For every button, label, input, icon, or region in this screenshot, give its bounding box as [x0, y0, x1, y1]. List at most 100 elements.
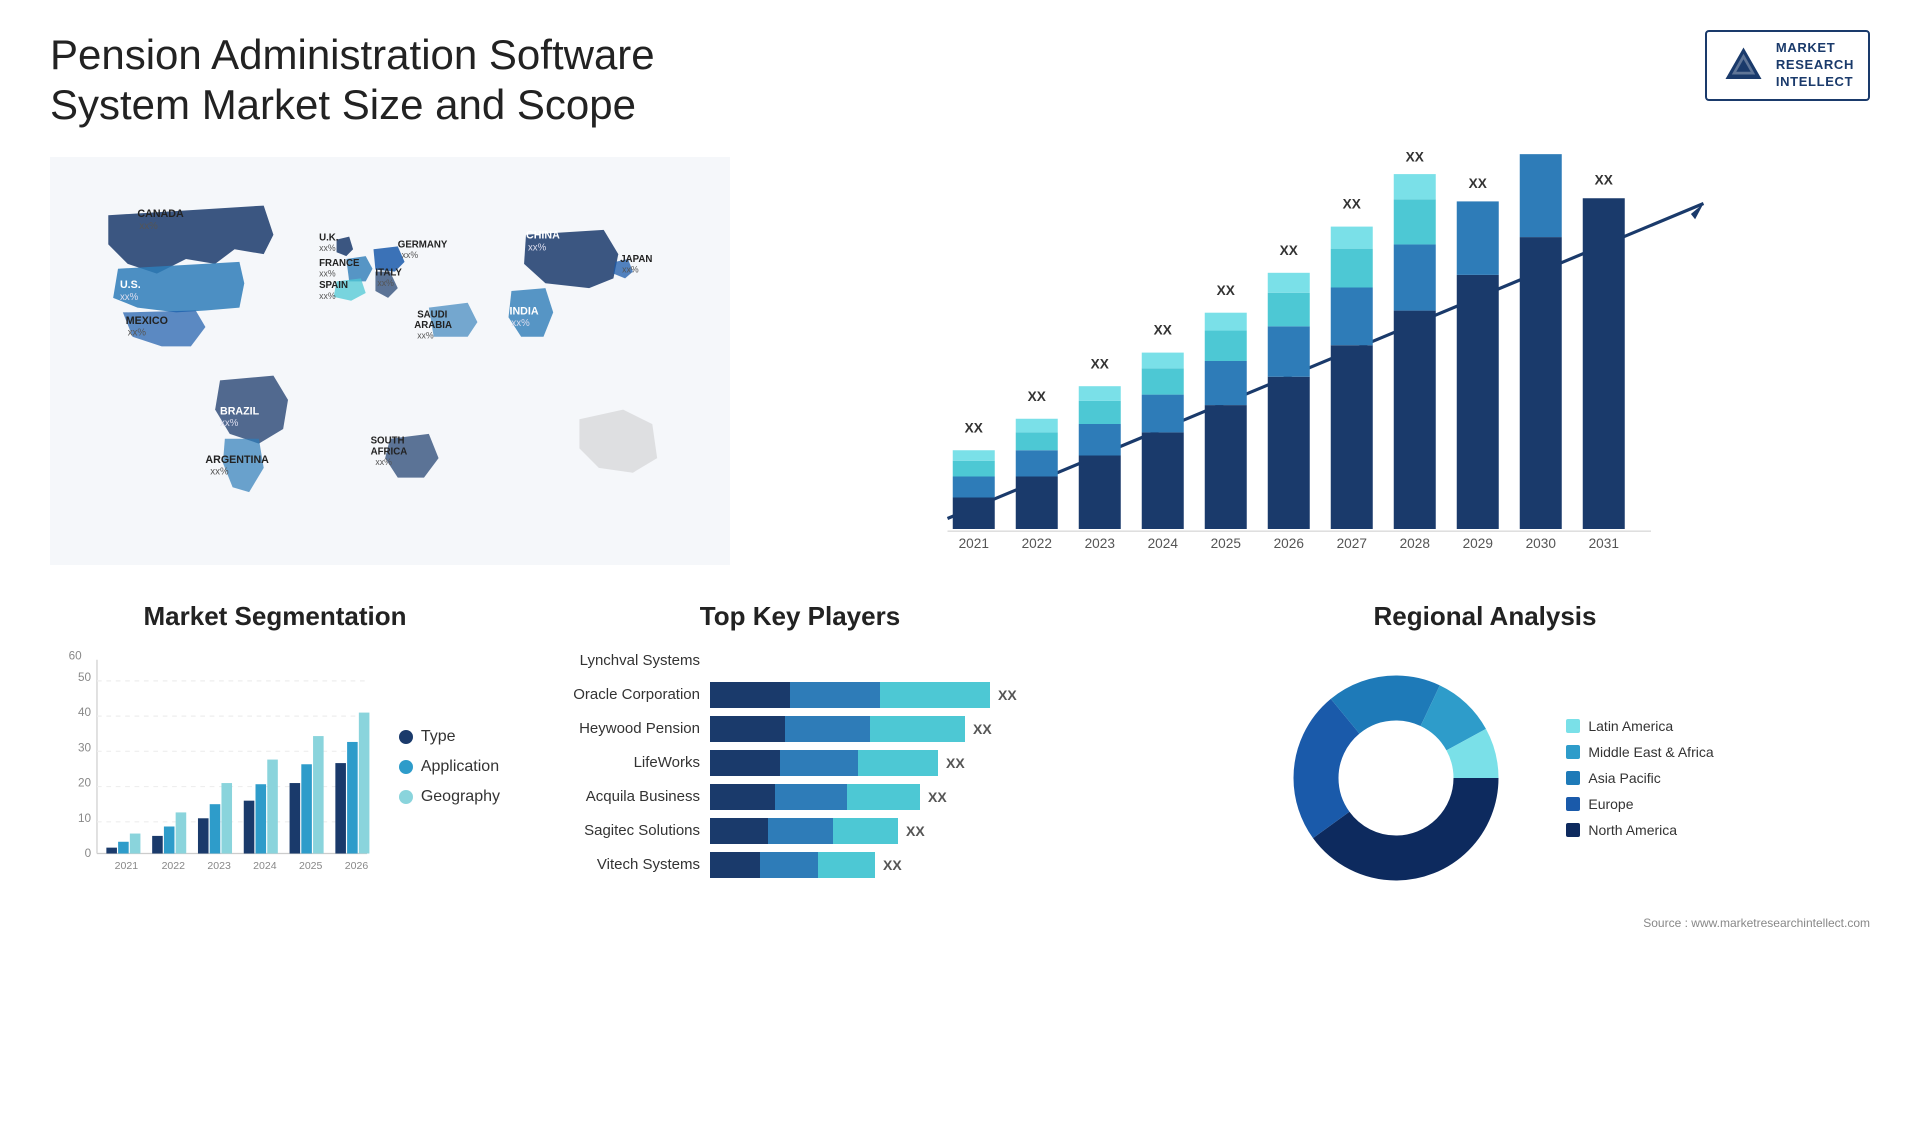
svg-text:BRAZIL: BRAZIL — [220, 405, 260, 417]
svg-text:xx%: xx% — [220, 418, 239, 429]
player-bar-wrap: XX — [710, 682, 1080, 708]
label-latin-america: Latin America — [1588, 718, 1673, 734]
legend-north-america: North America — [1566, 822, 1713, 838]
label-asia-pacific: Asia Pacific — [1588, 770, 1660, 786]
bar-label: XX — [973, 721, 992, 737]
svg-text:XX: XX — [965, 420, 983, 435]
svg-text:ARABIA: ARABIA — [414, 320, 452, 331]
player-bar-wrap — [710, 648, 1080, 674]
legend-geography: Geography — [399, 788, 500, 806]
svg-text:AFRICA: AFRICA — [371, 446, 408, 457]
svg-text:XX: XX — [1217, 283, 1235, 298]
svg-text:CHINA: CHINA — [526, 229, 560, 241]
logo: MARKET RESEARCH INTELLECT — [1705, 30, 1870, 101]
growth-chart-svg: XX XX XX XX — [760, 151, 1870, 571]
svg-text:xx%: xx% — [210, 466, 229, 477]
legend-application: Application — [399, 758, 500, 776]
svg-text:XX: XX — [1280, 243, 1298, 258]
label-north-america: North America — [1588, 822, 1677, 838]
svg-text:SAUDI: SAUDI — [417, 309, 447, 320]
map-container: CANADA xx% U.S. xx% MEXICO xx% BRAZIL xx… — [50, 151, 730, 571]
logo-icon — [1721, 43, 1766, 88]
regional-section: Regional Analysis — [1100, 601, 1870, 930]
legend-type: Type — [399, 728, 500, 746]
bottom-section: Market Segmentation 0 10 20 30 40 50 — [50, 601, 1870, 930]
legend-dot-application — [399, 760, 413, 774]
svg-text:XX: XX — [1469, 176, 1487, 191]
svg-text:xx%: xx% — [120, 292, 139, 303]
svg-text:xx%: xx% — [402, 250, 419, 260]
player-name: Lynchval Systems — [520, 652, 700, 669]
svg-text:XX: XX — [1595, 172, 1613, 187]
label-europe: Europe — [1588, 796, 1633, 812]
bar-chart-container: XX XX XX XX — [760, 151, 1870, 571]
legend-latin-america: Latin America — [1566, 718, 1713, 734]
svg-text:xx%: xx% — [319, 291, 336, 301]
bar-label: XX — [883, 857, 902, 873]
page: Pension Administration Software System M… — [0, 0, 1920, 1146]
top-section: CANADA xx% U.S. xx% MEXICO xx% BRAZIL xx… — [50, 151, 1870, 571]
regional-wrap: Latin America Middle East & Africa Asia … — [1100, 648, 1870, 908]
page-title: Pension Administration Software System M… — [50, 30, 750, 131]
seg-legend: Type Application Geography — [399, 648, 500, 806]
svg-text:2024: 2024 — [253, 860, 277, 872]
legend-dot-type — [399, 730, 413, 744]
svg-text:2022: 2022 — [1022, 536, 1052, 551]
table-row: Oracle Corporation XX — [520, 682, 1080, 708]
segmentation-title: Market Segmentation — [50, 601, 500, 632]
svg-text:SPAIN: SPAIN — [319, 280, 348, 291]
svg-text:xx%: xx% — [528, 242, 547, 253]
svg-text:xx%: xx% — [622, 264, 639, 274]
regional-title: Regional Analysis — [1100, 601, 1870, 632]
svg-text:ARGENTINA: ARGENTINA — [205, 454, 269, 466]
label-middle-east-africa: Middle East & Africa — [1588, 744, 1713, 760]
svg-text:60: 60 — [69, 650, 83, 663]
table-row: LifeWorks XX — [520, 750, 1080, 776]
table-row: Acquila Business XX — [520, 784, 1080, 810]
svg-text:U.S.: U.S. — [120, 279, 141, 291]
svg-text:20: 20 — [78, 776, 92, 789]
svg-text:2026: 2026 — [345, 860, 369, 872]
svg-text:XX: XX — [1406, 151, 1424, 165]
legend-dot-geography — [399, 790, 413, 804]
svg-text:2023: 2023 — [207, 860, 231, 872]
svg-text:xx%: xx% — [139, 221, 158, 232]
donut-chart-svg — [1256, 648, 1536, 908]
svg-text:SOUTH: SOUTH — [371, 435, 405, 446]
seg-chart-svg: 0 10 20 30 40 50 60 — [50, 648, 379, 906]
svg-text:ITALY: ITALY — [375, 267, 402, 278]
svg-text:2021: 2021 — [115, 860, 139, 872]
svg-text:2027: 2027 — [1337, 536, 1367, 551]
table-row: Vitech Systems XX — [520, 852, 1080, 878]
svg-text:2026: 2026 — [1274, 536, 1304, 551]
segmentation-section: Market Segmentation 0 10 20 30 40 50 — [50, 601, 500, 930]
player-bar-wrap: XX — [710, 784, 1080, 810]
svg-text:40: 40 — [78, 706, 92, 719]
regional-legend: Latin America Middle East & Africa Asia … — [1566, 718, 1713, 838]
dot-latin-america — [1566, 719, 1580, 733]
player-bar-wrap: XX — [710, 852, 1080, 878]
legend-asia-pacific: Asia Pacific — [1566, 770, 1713, 786]
svg-text:xx%: xx% — [375, 457, 392, 467]
logo-text: MARKET RESEARCH INTELLECT — [1776, 40, 1854, 91]
dot-middle-east-africa — [1566, 745, 1580, 759]
dot-asia-pacific — [1566, 771, 1580, 785]
dot-europe — [1566, 797, 1580, 811]
dot-north-america — [1566, 823, 1580, 837]
player-name: LifeWorks — [520, 754, 700, 771]
svg-text:2030: 2030 — [1526, 536, 1557, 551]
player-bar-wrap: XX — [710, 716, 1080, 742]
players-section: Top Key Players Lynchval Systems Oracle … — [520, 601, 1080, 930]
table-row: Sagitec Solutions XX — [520, 818, 1080, 844]
svg-text:2023: 2023 — [1085, 536, 1115, 551]
players-list: Lynchval Systems Oracle Corporation — [520, 648, 1080, 878]
bar-label: XX — [906, 823, 925, 839]
bar-label: XX — [998, 687, 1017, 703]
svg-text:2022: 2022 — [162, 860, 186, 872]
legend-label-geography: Geography — [421, 788, 500, 806]
svg-text:GERMANY: GERMANY — [398, 239, 448, 250]
player-name: Heywood Pension — [520, 720, 700, 737]
player-name: Sagitec Solutions — [520, 822, 700, 839]
svg-text:2021: 2021 — [959, 536, 989, 551]
svg-text:50: 50 — [78, 671, 92, 684]
